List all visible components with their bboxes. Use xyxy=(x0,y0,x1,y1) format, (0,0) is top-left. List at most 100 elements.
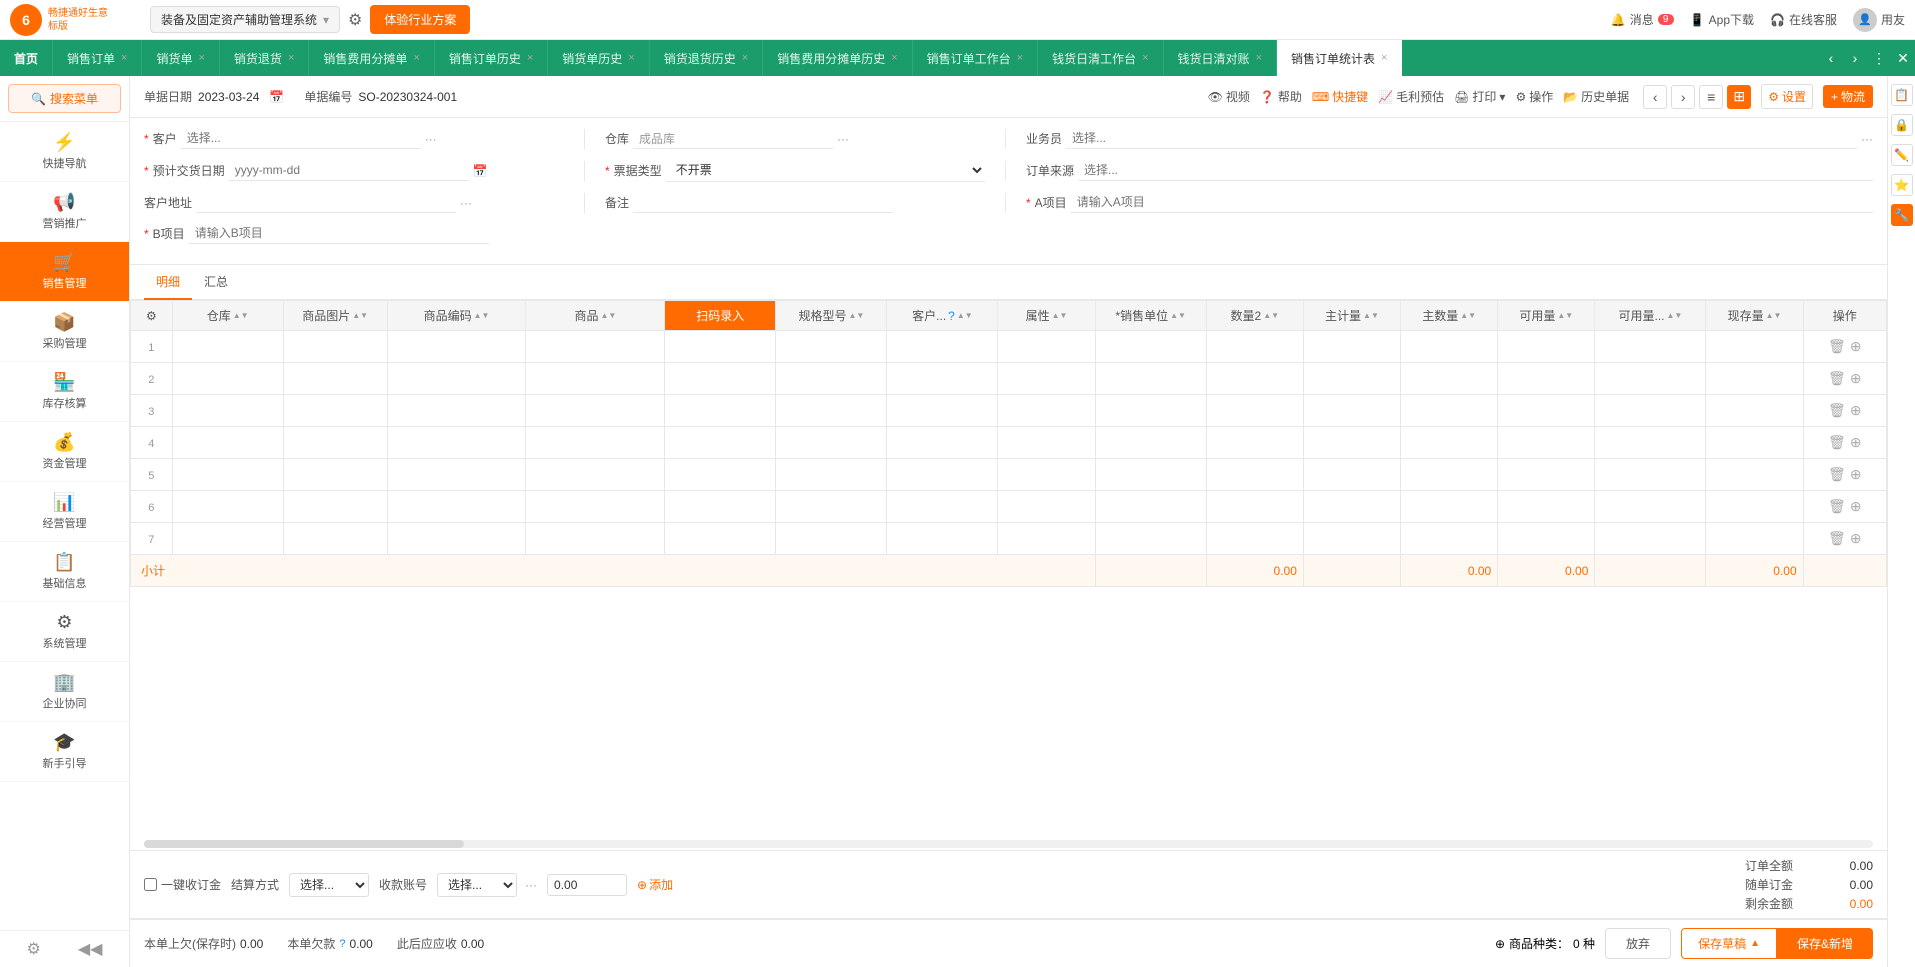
user-area[interactable]: 👤 用友 xyxy=(1853,8,1905,32)
warehouse-more-btn[interactable]: ··· xyxy=(837,132,849,146)
payment-amount-input[interactable] xyxy=(547,874,627,896)
order-source-input[interactable] xyxy=(1078,160,1873,181)
tab-sales-workbench[interactable]: 销售订单工作台 × xyxy=(913,40,1038,76)
sort-icon[interactable]: ▲▼ xyxy=(1263,311,1279,320)
row-2-available-qty[interactable] xyxy=(1498,363,1595,395)
row-1-available-qty2[interactable] xyxy=(1595,331,1706,363)
tab-sales-return-history[interactable]: 销货单历史 × xyxy=(548,40,649,76)
row-1-main-unit[interactable] xyxy=(1303,331,1400,363)
tab-next-button[interactable]: › xyxy=(1843,40,1867,76)
sidebar-item-operations[interactable]: 📊 经营管理 xyxy=(0,482,129,542)
sidebar-item-finance[interactable]: 💰 资金管理 xyxy=(0,422,129,482)
help-icon-small[interactable]: ? xyxy=(339,938,345,950)
tab-close-icon[interactable]: × xyxy=(198,52,204,64)
save-new-button[interactable]: 保存&新增 xyxy=(1777,928,1873,959)
sort-icon[interactable]: ▲▼ xyxy=(600,311,616,320)
sort-icon[interactable]: ▲▼ xyxy=(1557,311,1573,320)
right-panel-btn-2[interactable]: 🔒 xyxy=(1891,114,1913,136)
copy-icon[interactable]: ⊕ xyxy=(1850,530,1862,547)
row-2-product-name[interactable] xyxy=(526,363,665,395)
tab-close-icon[interactable]: × xyxy=(527,52,533,64)
tab-sales-fee-history[interactable]: 销售费用分摊单历史 × xyxy=(763,40,912,76)
industry-button[interactable]: 体验行业方案 xyxy=(370,5,470,34)
prev-record-btn[interactable]: ‹ xyxy=(1643,85,1667,109)
account-select[interactable]: 选择... xyxy=(437,873,517,897)
tab-close-icon[interactable]: × xyxy=(413,52,419,64)
copy-icon[interactable]: ⊕ xyxy=(1850,402,1862,419)
row-2-warehouse[interactable] xyxy=(172,363,283,395)
tab-close-icon[interactable]: × xyxy=(742,52,748,64)
row-1-available-qty[interactable] xyxy=(1498,331,1595,363)
salesperson-input[interactable] xyxy=(1066,128,1857,149)
payment-method-select[interactable]: 选择... xyxy=(289,873,369,897)
account-more-btn[interactable]: ··· xyxy=(525,878,537,892)
tab-prev-button[interactable]: ‹ xyxy=(1819,40,1843,76)
sort-icon[interactable]: ▲▼ xyxy=(1460,311,1476,320)
tab-close-icon[interactable]: × xyxy=(628,52,634,64)
sidebar-item-sales[interactable]: 🛒 销售管理 xyxy=(0,242,129,302)
print-btn[interactable]: 🖨 打印 ▾ xyxy=(1454,88,1505,105)
app-download-button[interactable]: 📱 App下载 xyxy=(1690,11,1754,28)
copy-icon[interactable]: ⊕ xyxy=(1850,434,1862,451)
operation-btn[interactable]: ⚙ 操作 xyxy=(1515,88,1553,105)
row-1-main-quantity[interactable] xyxy=(1401,331,1498,363)
delete-icon[interactable]: 🗑 xyxy=(1828,466,1846,483)
one-click-payment-checkbox[interactable]: 一键收订金 xyxy=(144,876,221,893)
tab-home[interactable]: 首页 xyxy=(0,40,53,76)
scrollbar-thumb[interactable] xyxy=(144,840,464,848)
sidebar-settings-button[interactable]: ⚙ xyxy=(27,939,41,959)
payment-checkbox[interactable] xyxy=(144,878,157,891)
invoice-type-select[interactable]: 不开票 xyxy=(666,159,985,182)
salesperson-more-btn[interactable]: ··· xyxy=(1861,132,1873,146)
tab-sales-refund[interactable]: 销货退货 × xyxy=(220,40,309,76)
right-panel-btn-1[interactable]: 📋 xyxy=(1891,84,1913,106)
tab-summary[interactable]: 汇总 xyxy=(192,265,240,300)
view-btn[interactable]: 👁 视频 xyxy=(1208,88,1250,105)
address-more-btn[interactable]: ··· xyxy=(460,196,472,210)
row-1-product-code[interactable] xyxy=(387,331,526,363)
row-2-scan-input[interactable] xyxy=(665,363,776,395)
row-2-product-code[interactable] xyxy=(387,363,526,395)
settings-button[interactable]: ⚙ 设置 xyxy=(1761,84,1813,109)
help-btn[interactable]: ❓ 帮助 xyxy=(1260,88,1302,105)
tab-close-icon[interactable]: × xyxy=(288,52,294,64)
th-settings[interactable]: ⚙ xyxy=(131,301,173,331)
sort-icon[interactable]: ▲▼ xyxy=(957,311,973,320)
a-project-input[interactable] xyxy=(1071,192,1873,213)
row-2-attributes[interactable] xyxy=(998,363,1095,395)
b-project-input[interactable] xyxy=(189,223,489,244)
sidebar-item-quick-nav[interactable]: ⚡ 快捷导航 xyxy=(0,122,129,182)
sort-icon[interactable]: ▲▼ xyxy=(1363,311,1379,320)
sort-icon[interactable]: ▲▼ xyxy=(1766,311,1782,320)
row-2-spec-model[interactable] xyxy=(776,363,887,395)
list-view-btn[interactable]: ≡ xyxy=(1699,85,1723,109)
horizontal-scrollbar[interactable] xyxy=(144,840,1873,848)
add-payment-btn[interactable]: ⊕ 添加 xyxy=(637,876,673,893)
th-scan-input[interactable]: 扫码录入 xyxy=(665,301,776,331)
discard-button[interactable]: 放弃 xyxy=(1605,928,1671,959)
sidebar-item-inventory[interactable]: 🏪 库存核算 xyxy=(0,362,129,422)
delete-icon[interactable]: 🗑 xyxy=(1828,370,1846,387)
sort-icon[interactable]: ▲▼ xyxy=(474,311,490,320)
row-1-current-stock[interactable] xyxy=(1706,331,1803,363)
sort-icon[interactable]: ▲▼ xyxy=(1667,311,1683,320)
copy-icon[interactable]: ⊕ xyxy=(1850,498,1862,515)
grid-view-btn[interactable]: ⊞ xyxy=(1727,85,1751,109)
row-2-available-qty2[interactable] xyxy=(1595,363,1706,395)
history-btn[interactable]: 📂 历史单据 xyxy=(1563,88,1629,105)
calendar-icon[interactable]: 📅 xyxy=(269,90,284,104)
row-1-scan-input[interactable] xyxy=(665,331,776,363)
warehouse-input[interactable] xyxy=(633,128,833,149)
sidebar-collapse-button[interactable]: ◀◀ xyxy=(78,939,103,959)
row-2-quantity2[interactable] xyxy=(1206,363,1303,395)
delete-icon[interactable]: 🗑 xyxy=(1828,498,1846,515)
row-2-main-quantity[interactable] xyxy=(1401,363,1498,395)
tab-close-icon[interactable]: × xyxy=(1142,52,1148,64)
sort-icon[interactable]: ▲▼ xyxy=(1052,311,1068,320)
customer-input[interactable] xyxy=(181,128,421,149)
row-2-main-unit[interactable] xyxy=(1303,363,1400,395)
row-1-attributes[interactable] xyxy=(998,331,1095,363)
row-2-product-image[interactable] xyxy=(283,363,387,395)
sort-icon[interactable]: ▲▼ xyxy=(352,311,368,320)
delete-icon[interactable]: 🗑 xyxy=(1828,530,1846,547)
